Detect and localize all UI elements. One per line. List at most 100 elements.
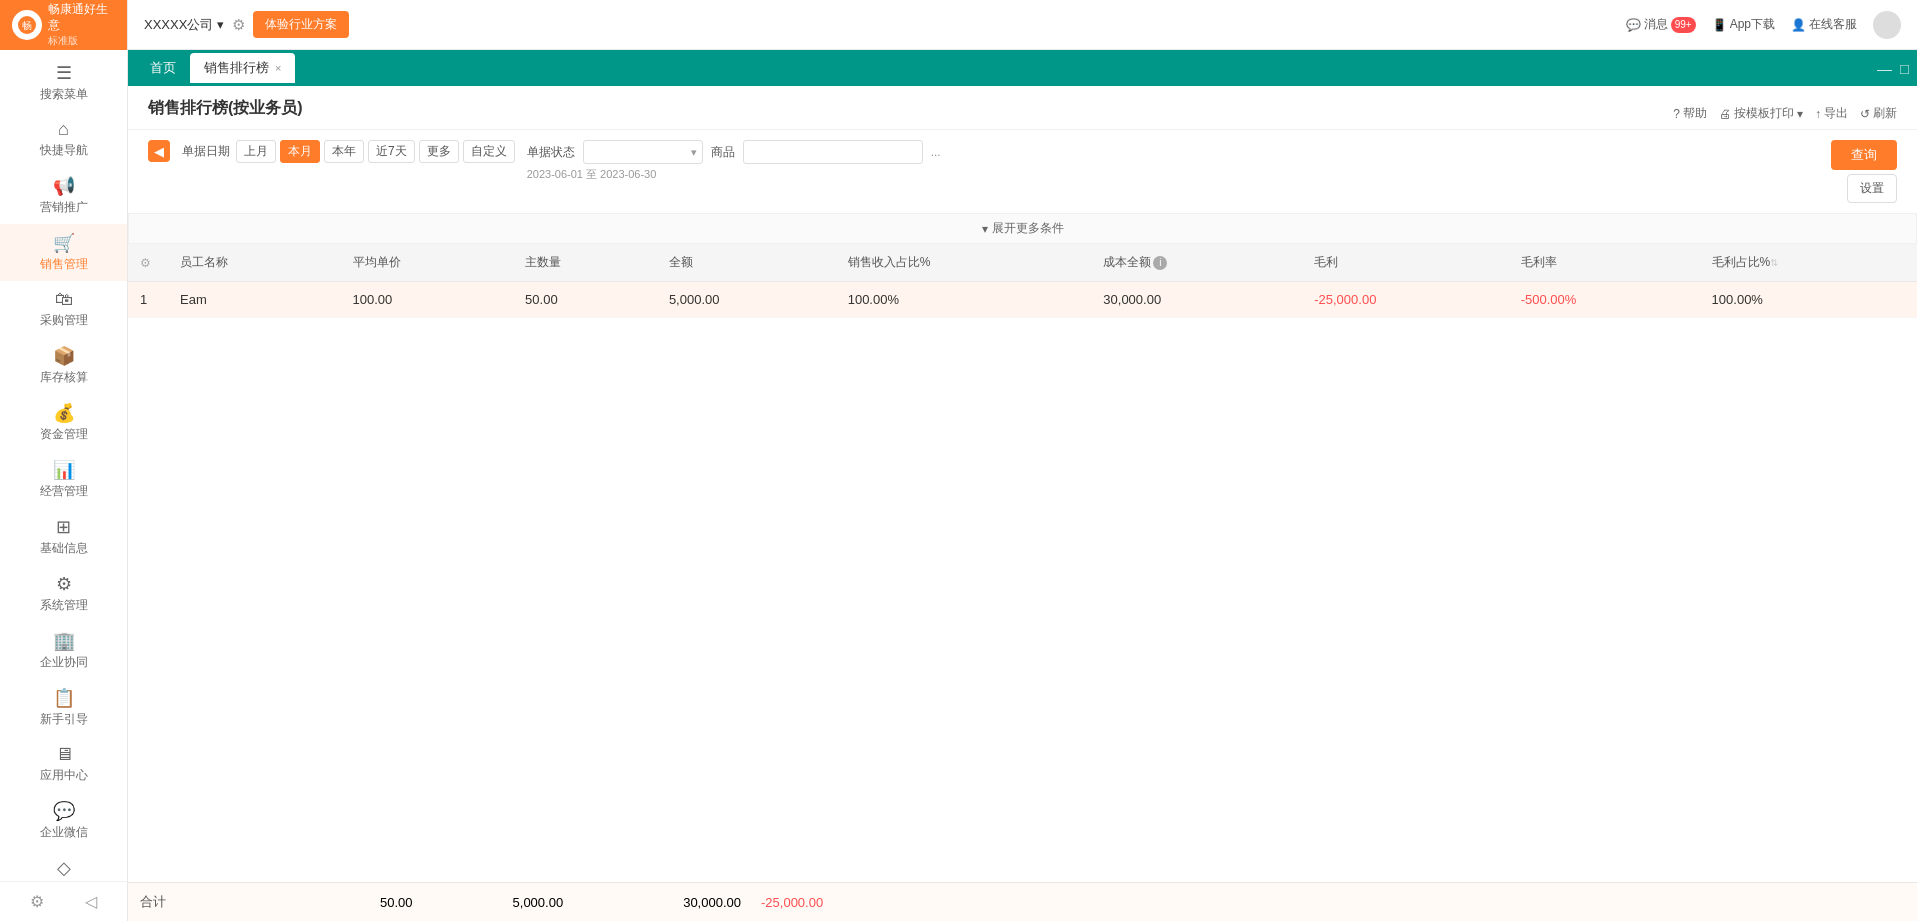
- sidebar-item-label: 企业微信: [40, 824, 88, 841]
- expand-more-btn[interactable]: ▾ 展开更多条件: [982, 220, 1064, 237]
- cost-info-icon[interactable]: i: [1153, 256, 1167, 270]
- home-icon: ⌂: [58, 119, 69, 140]
- date-range-display: 2023-06-01 至 2023-06-30: [527, 166, 941, 182]
- refresh-btn[interactable]: ↺ 刷新: [1860, 105, 1897, 122]
- sidebar-item-purchase[interactable]: 🛍 采购管理: [0, 281, 127, 337]
- logo-text: 畅康通好生意 标准版: [48, 2, 115, 47]
- diamond-icon: ◇: [57, 857, 71, 879]
- sidebar-item-label: 经营管理: [40, 483, 88, 500]
- sidebar-item-marketing[interactable]: 📢 营销推广: [0, 167, 127, 224]
- gear-icon: ⚙: [56, 573, 72, 595]
- date-filter-group: 单据日期 上月 本月 本年 近7天 更多 自定义: [182, 140, 515, 163]
- footer-cost: 30,000.00: [683, 895, 741, 910]
- date-filter-label: 单据日期: [182, 143, 230, 160]
- th-avg-price: 平均单价: [341, 244, 514, 282]
- data-table: ⚙ 员工名称 平均单价 主数量 全额 销售收入占比% 成本全额i 毛利 毛利率: [128, 244, 1917, 318]
- column-settings-icon[interactable]: ⚙: [140, 256, 151, 270]
- sidebar-item-quick-nav[interactable]: ⌂ 快捷导航: [0, 111, 127, 167]
- sidebar-item-search-order[interactable]: ☰ 搜索菜单: [0, 54, 127, 111]
- goods-input[interactable]: [743, 140, 923, 164]
- footer-gross: -25,000.00: [761, 895, 823, 910]
- sort-icon: ⇅: [1770, 257, 1778, 268]
- template-print-btn[interactable]: 🖨 按模板打印 ▾: [1719, 105, 1803, 122]
- money-icon: 💰: [53, 402, 75, 424]
- chevron-down-icon: ▾: [217, 17, 224, 32]
- user-avatar[interactable]: [1873, 11, 1901, 39]
- trial-btn[interactable]: 体验行业方案: [253, 11, 349, 38]
- th-settings: ⚙: [128, 244, 168, 282]
- help-btn[interactable]: ? 帮助: [1673, 105, 1707, 122]
- tab-minimize-btn[interactable]: —: [1877, 60, 1892, 77]
- sidebar-item-label: 基础信息: [40, 540, 88, 557]
- data-table-wrap: ⚙ 员工名称 平均单价 主数量 全额 销售收入占比% 成本全额i 毛利 毛利率: [128, 244, 1917, 882]
- date-7days-btn[interactable]: 近7天: [368, 140, 415, 163]
- topbar: XXXXX公司 ▾ ⚙ 体验行业方案 💬 消息 99+ 📱 App下载 👤 在线…: [128, 0, 1917, 50]
- date-custom-btn[interactable]: 自定义: [463, 140, 515, 163]
- sidebar-item-sales[interactable]: 🛒 销售管理: [0, 224, 127, 281]
- export-icon: ↑: [1815, 107, 1821, 121]
- sidebar-item-label: 快捷导航: [40, 142, 88, 159]
- app-download-btn[interactable]: 📱 App下载: [1712, 16, 1775, 33]
- company-name: XXXXX公司: [144, 16, 213, 34]
- sidebar-item-member[interactable]: ◇ 畅会员: [0, 849, 127, 881]
- cell-cost: 30,000.00: [1091, 282, 1302, 318]
- sidebar-collapse-btn[interactable]: ◁: [85, 892, 97, 911]
- cell-gross: -25,000.00: [1302, 282, 1509, 318]
- date-this-month-btn[interactable]: 本月: [280, 140, 320, 163]
- sidebar-nav: ☰ 搜索菜单 ⌂ 快捷导航 📢 营销推广 🛒 销售管理 🛍 采购管理 📦 库存核…: [0, 50, 127, 881]
- sidebar-item-appstore[interactable]: 🖥 应用中心: [0, 736, 127, 792]
- cell-amount: 5,000.00: [657, 282, 836, 318]
- cell-gross-pct: 100.00%: [1700, 282, 1917, 318]
- company-selector[interactable]: XXXXX公司 ▾: [144, 16, 224, 34]
- filter-collapse-btn[interactable]: ◀: [148, 140, 170, 162]
- online-service-label: 在线客服: [1809, 16, 1857, 33]
- sidebar-item-basics[interactable]: ⊞ 基础信息: [0, 508, 127, 565]
- date-filter-buttons: 上月 本月 本年 近7天 更多 自定义: [236, 140, 515, 163]
- date-this-year-btn[interactable]: 本年: [324, 140, 364, 163]
- sidebar-item-label: 库存核算: [40, 369, 88, 386]
- page-title: 销售排行榜(按业务员): [148, 98, 303, 129]
- tab-active-label: 销售排行榜: [204, 59, 269, 77]
- query-btn[interactable]: 查询: [1831, 140, 1897, 170]
- sidebar: 畅 畅康通好生意 标准版 ☰ 搜索菜单 ⌂ 快捷导航 📢 营销推广 🛒 销售管理…: [0, 0, 128, 921]
- sidebar-item-label: 企业协同: [40, 654, 88, 671]
- status-select[interactable]: [583, 140, 703, 164]
- bag-icon: 🛍: [55, 289, 73, 310]
- box-icon: 📦: [53, 345, 75, 367]
- topbar-gear-icon[interactable]: ⚙: [232, 16, 245, 34]
- refresh-icon: ↺: [1860, 107, 1870, 121]
- th-gross-rate: 毛利率: [1509, 244, 1700, 282]
- table-footer: 合计 50.00 5,000.00 30,000.00 -25,000.00: [128, 882, 1917, 921]
- cell-avg-price: 100.00: [341, 282, 514, 318]
- table-row: 1 Eam 100.00 50.00 5,000.00 100.00% 30,0…: [128, 282, 1917, 318]
- filter-middle-group: 单据状态 商品 ... 2023-06-01 至 2023-06-30: [527, 140, 941, 182]
- goods-filter-label: 商品: [711, 144, 735, 161]
- message-btn[interactable]: 💬 消息 99+: [1626, 16, 1696, 33]
- tab-close-icon[interactable]: ×: [275, 62, 281, 74]
- tab-sales-ranking[interactable]: 销售排行榜 ×: [190, 53, 295, 83]
- page-header: 销售排行榜(按业务员) ? 帮助 🖨 按模板打印 ▾ ↑ 导出 ↺ 刷新: [128, 86, 1917, 130]
- date-more-btn[interactable]: 更多: [419, 140, 459, 163]
- tab-home[interactable]: 首页: [136, 53, 190, 83]
- date-last-month-btn[interactable]: 上月: [236, 140, 276, 163]
- footer-qty: 50.00: [380, 895, 413, 910]
- filter-right-actions: 查询 设置: [1831, 140, 1897, 203]
- chevron-down-icon: ▾: [1797, 107, 1803, 121]
- th-gross: 毛利: [1302, 244, 1509, 282]
- sidebar-item-label: 搜索菜单: [40, 86, 88, 103]
- download-icon: 📱: [1712, 18, 1727, 32]
- filter-settings-btn[interactable]: 设置: [1847, 174, 1897, 203]
- sidebar-item-inventory[interactable]: 📦 库存核算: [0, 337, 127, 394]
- sidebar-settings-btn[interactable]: ⚙: [30, 892, 44, 911]
- sidebar-item-finance[interactable]: 💰 资金管理: [0, 394, 127, 451]
- online-service-btn[interactable]: 👤 在线客服: [1791, 16, 1857, 33]
- goods-more[interactable]: ...: [931, 145, 941, 159]
- tab-maximize-btn[interactable]: □: [1900, 60, 1909, 77]
- sidebar-item-beginner[interactable]: 📋 新手引导: [0, 679, 127, 736]
- sidebar-item-system[interactable]: ⚙ 系统管理: [0, 565, 127, 622]
- sidebar-item-operations[interactable]: 📊 经营管理: [0, 451, 127, 508]
- export-btn[interactable]: ↑ 导出: [1815, 105, 1848, 122]
- sidebar-item-enterprise[interactable]: 🏢 企业协同: [0, 622, 127, 679]
- sidebar-item-wechat[interactable]: 💬 企业微信: [0, 792, 127, 849]
- expand-more-bar: ▾ 展开更多条件: [128, 214, 1917, 244]
